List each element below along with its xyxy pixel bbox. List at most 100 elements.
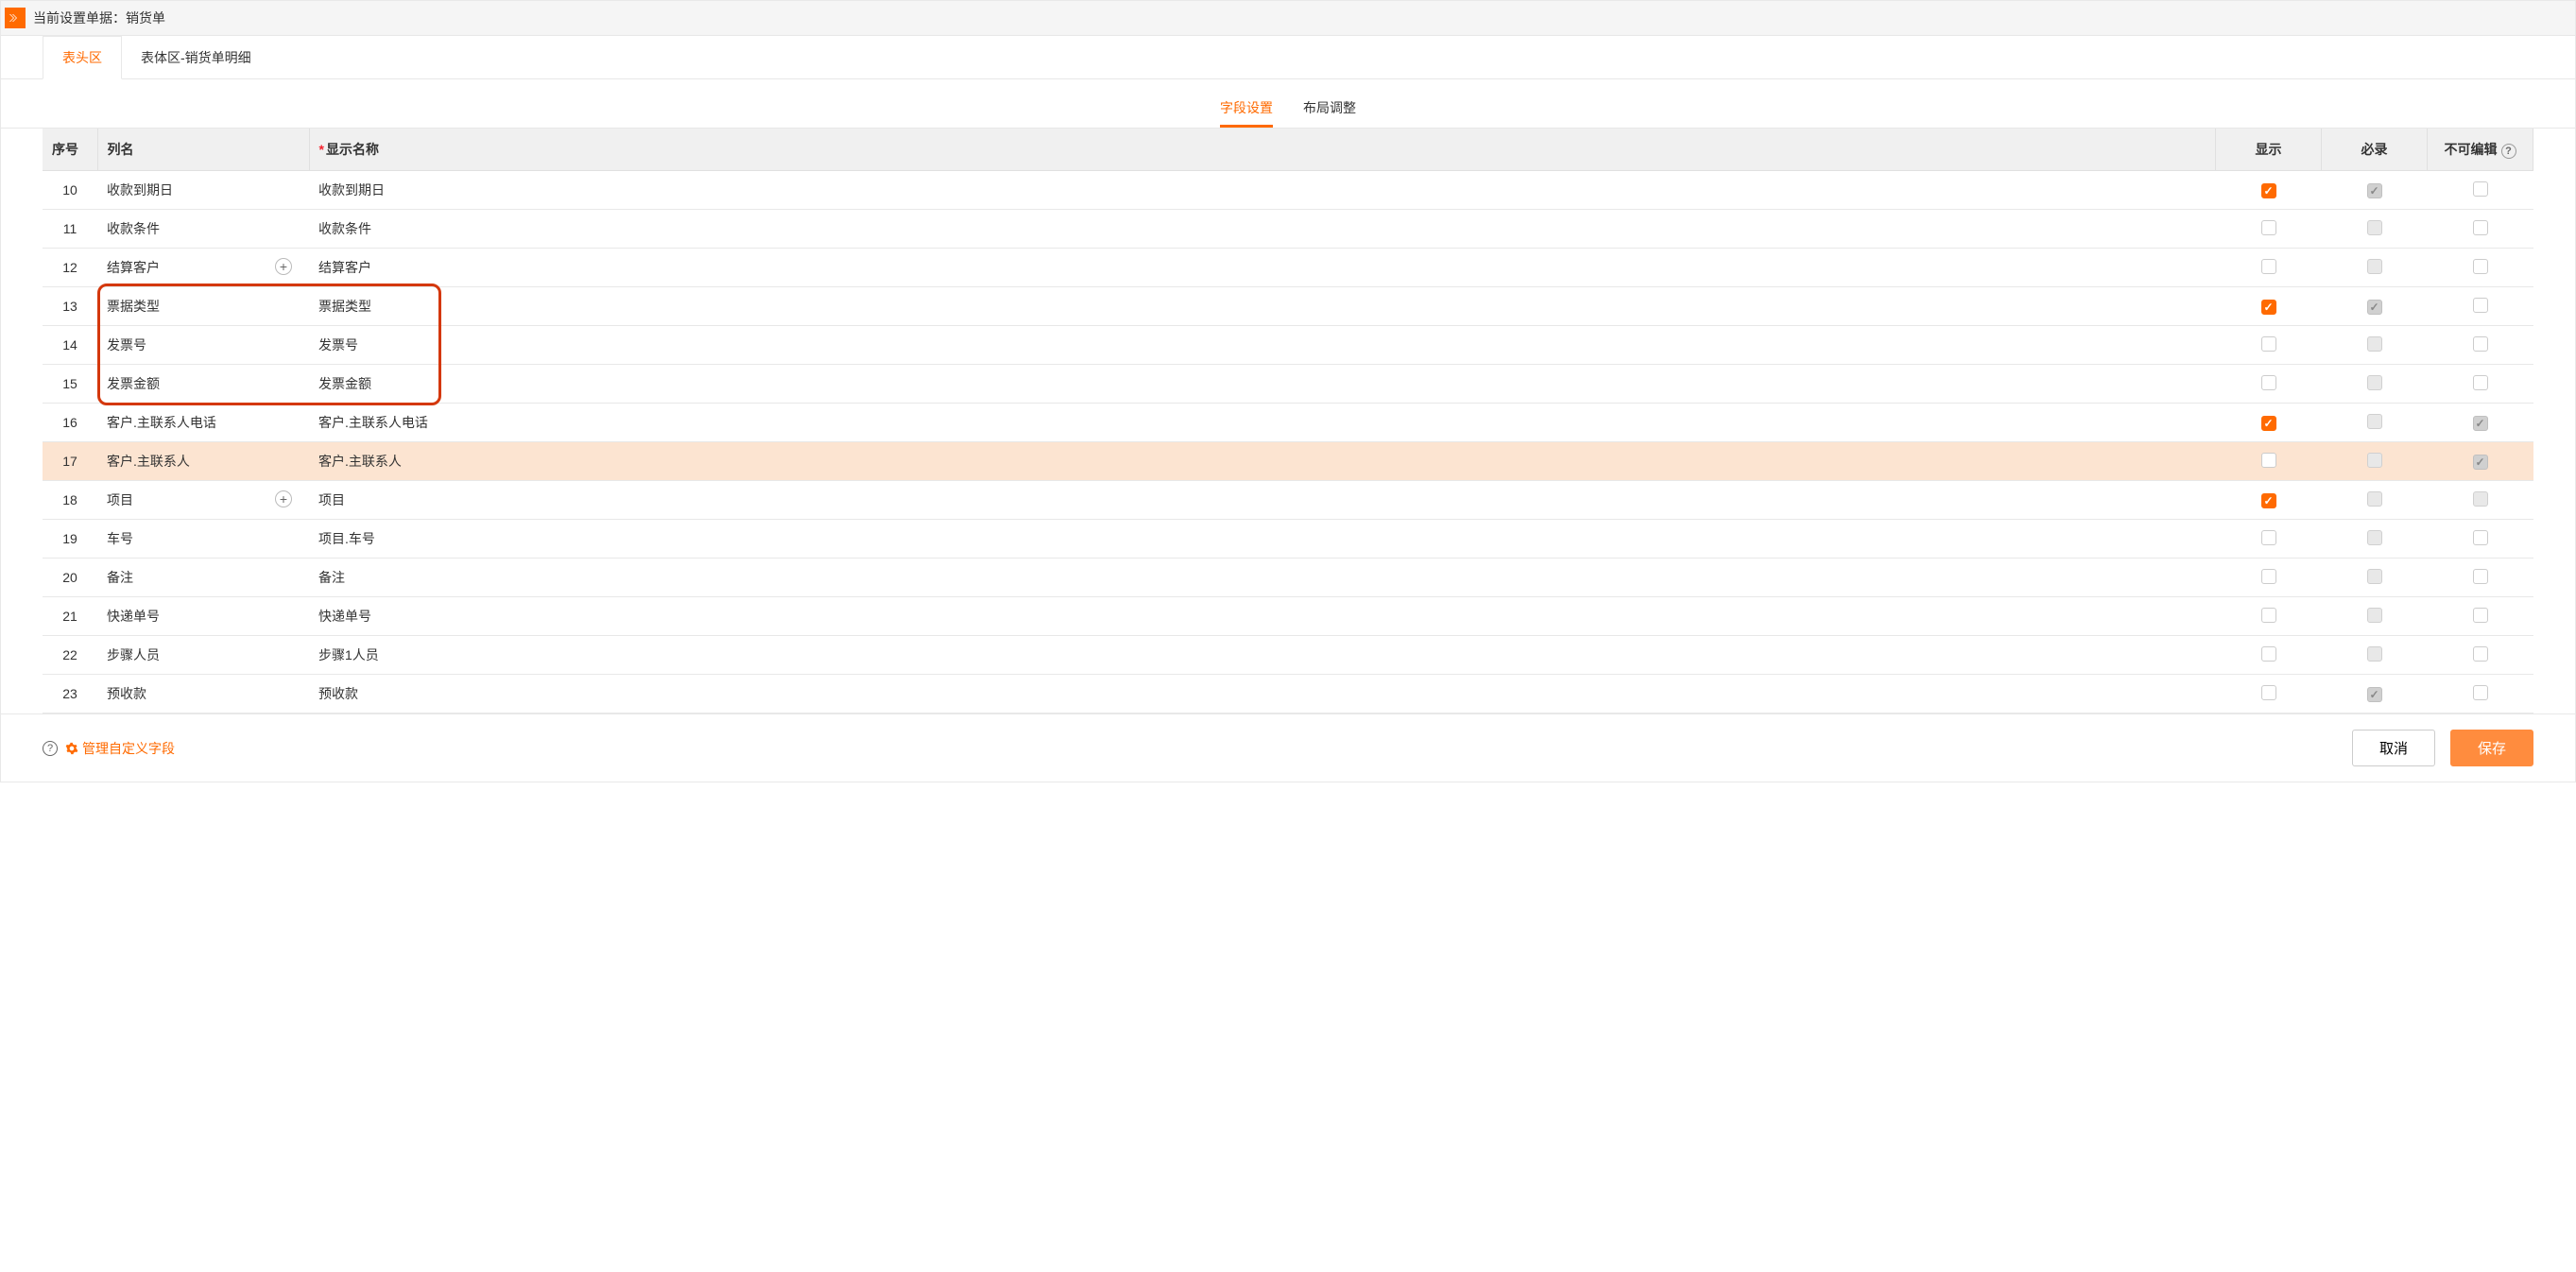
cell-show: [2216, 249, 2322, 287]
cell-display[interactable]: 发票号: [309, 326, 2216, 365]
checkbox: [2367, 336, 2382, 352]
cell-seq: 23: [43, 675, 97, 713]
cell-display[interactable]: 票据类型: [309, 287, 2216, 326]
save-button[interactable]: 保存: [2450, 730, 2533, 766]
cell-required: [2322, 326, 2428, 365]
cell-show: [2216, 171, 2322, 210]
question-icon[interactable]: ?: [43, 741, 58, 756]
cell-name: 项目+: [97, 481, 309, 520]
table-row: 20备注备注: [43, 559, 2533, 597]
cell-name: 预收款: [97, 675, 309, 713]
cell-display[interactable]: 快递单号: [309, 597, 2216, 636]
table-row: 19车号项目.车号: [43, 520, 2533, 559]
expand-sidebar-button[interactable]: [5, 8, 26, 28]
checkbox[interactable]: [2473, 569, 2488, 584]
checkbox[interactable]: [2261, 493, 2276, 508]
cell-display[interactable]: 客户.主联系人: [309, 442, 2216, 481]
checkbox: [2367, 491, 2382, 507]
checkbox: [2367, 453, 2382, 468]
cell-seq: 10: [43, 171, 97, 210]
table-row: 10收款到期日收款到期日: [43, 171, 2533, 210]
cell-required: [2322, 404, 2428, 442]
checkbox[interactable]: [2473, 336, 2488, 352]
col-show: 显示: [2216, 129, 2322, 171]
cell-show: [2216, 597, 2322, 636]
manage-custom-fields-link[interactable]: 管理自定义字段: [65, 739, 175, 758]
cell-display[interactable]: 收款条件: [309, 210, 2216, 249]
checkbox[interactable]: [2261, 530, 2276, 545]
cell-display[interactable]: 客户.主联系人电话: [309, 404, 2216, 442]
cell-readonly: [2428, 249, 2533, 287]
cell-display[interactable]: 预收款: [309, 675, 2216, 713]
checkbox: [2367, 414, 2382, 429]
cell-readonly: [2428, 636, 2533, 675]
checkbox[interactable]: [2261, 336, 2276, 352]
cell-display[interactable]: 备注: [309, 559, 2216, 597]
help-icon[interactable]: ?: [2501, 144, 2516, 159]
checkbox[interactable]: [2261, 608, 2276, 623]
checkbox: [2367, 608, 2382, 623]
checkbox[interactable]: [2261, 685, 2276, 700]
table-row: 17客户.主联系人客户.主联系人: [43, 442, 2533, 481]
cell-readonly: [2428, 481, 2533, 520]
checkbox[interactable]: [2473, 375, 2488, 390]
cell-show: [2216, 481, 2322, 520]
cell-required: [2322, 287, 2428, 326]
cell-seq: 11: [43, 210, 97, 249]
checkbox[interactable]: [2261, 375, 2276, 390]
cell-show: [2216, 442, 2322, 481]
col-required: 必录: [2322, 129, 2428, 171]
table-row: 14发票号发票号: [43, 326, 2533, 365]
table-row: 12结算客户+结算客户: [43, 249, 2533, 287]
plus-icon[interactable]: +: [275, 490, 292, 507]
checkbox[interactable]: [2261, 300, 2276, 315]
checkbox[interactable]: [2473, 220, 2488, 235]
cell-show: [2216, 287, 2322, 326]
sub-tab-0[interactable]: 字段设置: [1220, 91, 1273, 128]
cell-show: [2216, 559, 2322, 597]
checkbox[interactable]: [2261, 646, 2276, 662]
checkbox[interactable]: [2261, 220, 2276, 235]
tab-0[interactable]: 表头区: [43, 36, 122, 79]
checkbox[interactable]: [2473, 646, 2488, 662]
cell-required: [2322, 249, 2428, 287]
cancel-button[interactable]: 取消: [2352, 730, 2435, 766]
cell-show: [2216, 520, 2322, 559]
cell-required: [2322, 597, 2428, 636]
checkbox: [2473, 455, 2488, 470]
cell-seq: 15: [43, 365, 97, 404]
cell-display[interactable]: 项目.车号: [309, 520, 2216, 559]
checkbox[interactable]: [2473, 530, 2488, 545]
tab-1[interactable]: 表体区-销货单明细: [122, 37, 270, 78]
cell-readonly: [2428, 675, 2533, 713]
cell-readonly: [2428, 326, 2533, 365]
checkbox[interactable]: [2261, 416, 2276, 431]
cell-display[interactable]: 项目: [309, 481, 2216, 520]
sub-tab-1[interactable]: 布局调整: [1303, 91, 1356, 128]
plus-icon[interactable]: +: [275, 258, 292, 275]
cell-readonly: [2428, 559, 2533, 597]
cell-display[interactable]: 步骤1人员: [309, 636, 2216, 675]
cell-seq: 14: [43, 326, 97, 365]
checkbox[interactable]: [2473, 259, 2488, 274]
checkbox[interactable]: [2473, 608, 2488, 623]
checkbox[interactable]: [2261, 569, 2276, 584]
checkbox[interactable]: [2261, 259, 2276, 274]
footer: ? 管理自定义字段 取消 保存: [1, 713, 2575, 782]
checkbox[interactable]: [2261, 453, 2276, 468]
checkbox: [2367, 259, 2382, 274]
checkbox[interactable]: [2261, 183, 2276, 198]
table-row: 16客户.主联系人电话客户.主联系人电话: [43, 404, 2533, 442]
field-table: 序号 列名 *显示名称 显示 必录 不可编辑? 10收款到期日收款到期日11收款…: [43, 129, 2533, 713]
checkbox[interactable]: [2473, 685, 2488, 700]
cell-required: [2322, 365, 2428, 404]
checkbox[interactable]: [2473, 298, 2488, 313]
checkbox[interactable]: [2473, 181, 2488, 197]
cell-display[interactable]: 结算客户: [309, 249, 2216, 287]
cell-seq: 13: [43, 287, 97, 326]
col-display: *显示名称: [309, 129, 2216, 171]
cell-display[interactable]: 收款到期日: [309, 171, 2216, 210]
cell-display[interactable]: 发票金额: [309, 365, 2216, 404]
cell-show: [2216, 404, 2322, 442]
cell-name: 发票金额: [97, 365, 309, 404]
